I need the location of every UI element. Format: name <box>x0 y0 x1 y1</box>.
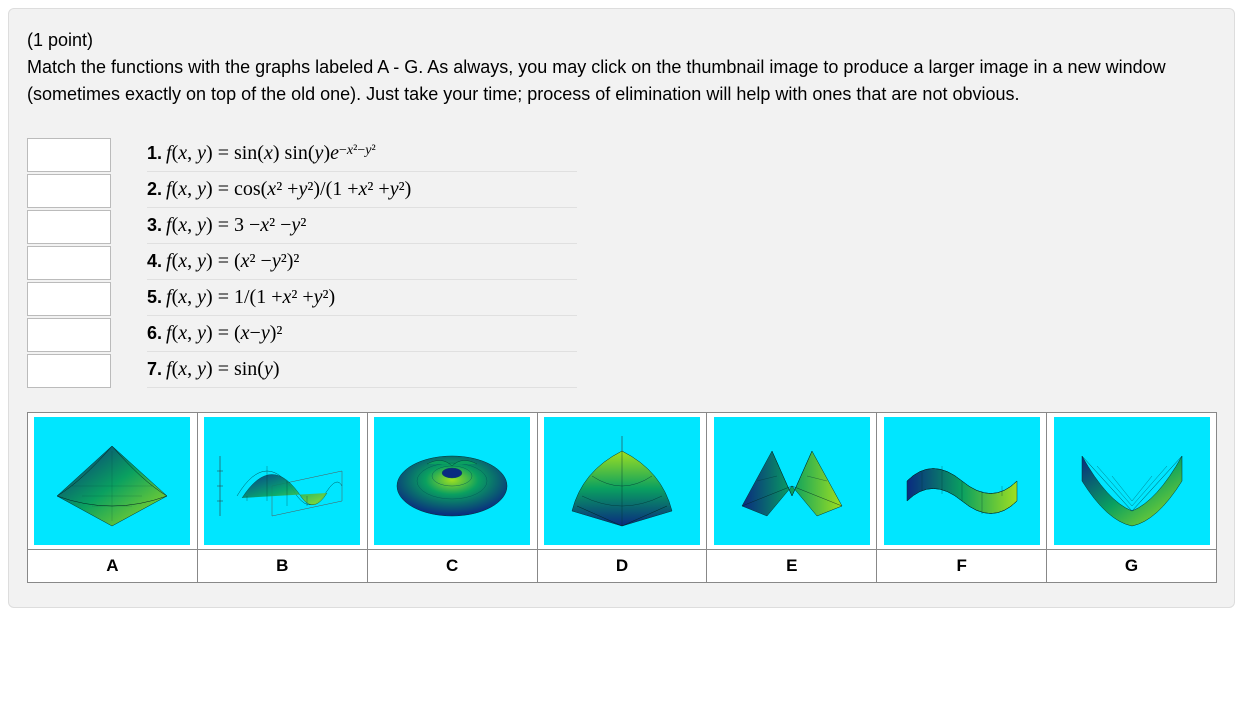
answer-row-2: 2. f(x, y) = cos(x² + y²)/(1 + x² + y²) <box>27 172 1216 208</box>
answer-input-6[interactable] <box>27 318 111 352</box>
answer-row-7: 7. f(x, y) = sin(y) <box>27 352 1216 388</box>
surface-plot-E-icon <box>714 417 870 545</box>
graph-table: A B C D E F G <box>27 412 1217 583</box>
answer-input-7[interactable] <box>27 354 111 388</box>
func-num-5: 5. <box>147 287 162 308</box>
answer-input-3[interactable] <box>27 210 111 244</box>
answer-input-5[interactable] <box>27 282 111 316</box>
function-text-5: 5. f(x, y) = 1/(1 + x² + y²) <box>147 280 577 316</box>
answer-input-4[interactable] <box>27 246 111 280</box>
surface-plot-C-icon <box>374 417 530 545</box>
answer-input-1[interactable] <box>27 138 111 172</box>
thumbnail-row <box>28 413 1217 550</box>
thumbnail-D[interactable] <box>537 413 707 550</box>
problem-panel: (1 point) Match the functions with the g… <box>8 8 1235 608</box>
label-E: E <box>707 550 877 583</box>
thumbnail-F[interactable] <box>877 413 1047 550</box>
func-num-2: 2. <box>147 179 162 200</box>
func-num-7: 7. <box>147 359 162 380</box>
problem-header: (1 point) Match the functions with the g… <box>27 27 1216 108</box>
func-num-1: 1. <box>147 143 162 164</box>
label-C: C <box>367 550 537 583</box>
thumbnail-G[interactable] <box>1047 413 1217 550</box>
function-text-3: 3. f(x, y) = 3 − x² − y² <box>147 208 577 244</box>
surface-plot-B-icon <box>204 417 360 545</box>
function-text-6: 6. f(x, y) = (x − y)² <box>147 316 577 352</box>
thumbnail-C[interactable] <box>367 413 537 550</box>
label-D: D <box>537 550 707 583</box>
points-text: (1 point) <box>27 30 93 50</box>
answer-row-4: 4. f(x, y) = (x² − y²)² <box>27 244 1216 280</box>
label-G: G <box>1047 550 1217 583</box>
label-row: A B C D E F G <box>28 550 1217 583</box>
func-num-3: 3. <box>147 215 162 236</box>
label-B: B <box>197 550 367 583</box>
function-text-2: 2. f(x, y) = cos(x² + y²)/(1 + x² + y²) <box>147 172 577 208</box>
answer-row-5: 5. f(x, y) = 1/(1 + x² + y²) <box>27 280 1216 316</box>
answer-row-1: 1. f(x, y) = sin(x) sin(y)e−x²−y² <box>27 136 1216 172</box>
func-num-4: 4. <box>147 251 162 272</box>
thumbnail-E[interactable] <box>707 413 877 550</box>
thumbnail-A[interactable] <box>28 413 198 550</box>
surface-plot-F-icon <box>884 417 1040 545</box>
function-text-1: 1. f(x, y) = sin(x) sin(y)e−x²−y² <box>147 136 577 172</box>
answers-block: 1. f(x, y) = sin(x) sin(y)e−x²−y² 2. f(x… <box>27 136 1216 388</box>
function-text-4: 4. f(x, y) = (x² − y²)² <box>147 244 577 280</box>
label-F: F <box>877 550 1047 583</box>
answer-input-2[interactable] <box>27 174 111 208</box>
answer-row-6: 6. f(x, y) = (x − y)² <box>27 316 1216 352</box>
thumbnail-B[interactable] <box>197 413 367 550</box>
answer-row-3: 3. f(x, y) = 3 − x² − y² <box>27 208 1216 244</box>
surface-plot-D-icon <box>544 417 700 545</box>
label-A: A <box>28 550 198 583</box>
function-text-7: 7. f(x, y) = sin(y) <box>147 352 577 388</box>
problem-prompt: Match the functions with the graphs labe… <box>27 57 1166 104</box>
func-num-6: 6. <box>147 323 162 344</box>
surface-plot-A-icon <box>34 417 190 545</box>
surface-plot-G-icon <box>1054 417 1210 545</box>
